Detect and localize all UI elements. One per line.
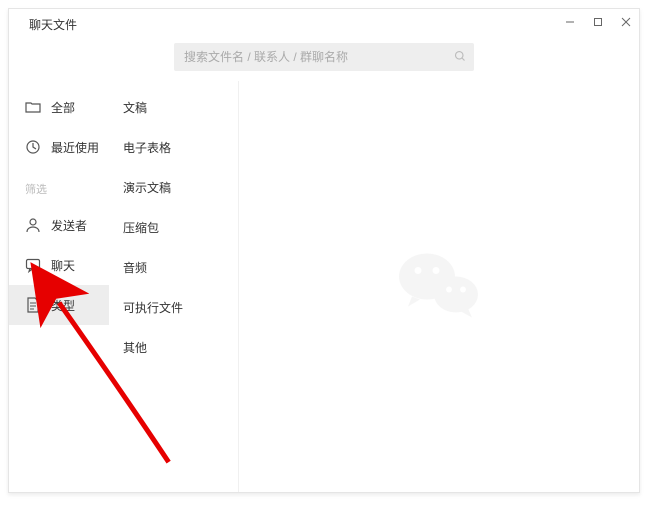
content-area <box>239 81 639 492</box>
type-label: 文稿 <box>123 99 147 116</box>
type-item-audio[interactable]: 音频 <box>109 247 238 287</box>
sidebar-item-label: 类型 <box>51 297 75 314</box>
type-item-presentation[interactable]: 演示文稿 <box>109 167 238 207</box>
sidebar-item-all[interactable]: 全部 <box>9 87 109 127</box>
type-label: 其他 <box>123 339 147 356</box>
person-icon <box>25 217 41 233</box>
filter-section-label: 筛选 <box>9 167 109 205</box>
window-title: 聊天文件 <box>17 16 77 33</box>
type-label: 音频 <box>123 259 147 276</box>
chat-icon <box>25 257 41 273</box>
window-controls <box>561 13 635 31</box>
document-icon <box>25 297 41 313</box>
minimize-button[interactable] <box>561 13 579 31</box>
type-list: 文稿 电子表格 演示文稿 压缩包 音频 可执行文件 其他 <box>109 81 239 492</box>
app-window: 聊天文件 全部 <box>8 8 640 493</box>
type-label: 可执行文件 <box>123 299 183 316</box>
sidebar-filter-type[interactable]: 类型 <box>9 285 109 325</box>
search-icon <box>454 50 466 65</box>
type-item-executable[interactable]: 可执行文件 <box>109 287 238 327</box>
sidebar-item-label: 最近使用 <box>51 139 99 156</box>
type-label: 压缩包 <box>123 219 159 236</box>
wechat-logo-icon <box>394 244 484 329</box>
type-item-spreadsheet[interactable]: 电子表格 <box>109 127 238 167</box>
type-label: 演示文稿 <box>123 179 171 196</box>
type-item-document[interactable]: 文稿 <box>109 87 238 127</box>
search-box[interactable] <box>174 43 474 71</box>
sidebar-item-label: 聊天 <box>51 257 75 274</box>
close-button[interactable] <box>617 13 635 31</box>
titlebar: 聊天文件 <box>9 9 639 39</box>
type-label: 电子表格 <box>123 139 171 156</box>
type-item-archive[interactable]: 压缩包 <box>109 207 238 247</box>
folder-icon <box>25 99 41 115</box>
clock-icon <box>25 139 41 155</box>
type-item-other[interactable]: 其他 <box>109 327 238 367</box>
sidebar-item-recent[interactable]: 最近使用 <box>9 127 109 167</box>
body: 全部 最近使用 筛选 发送者 聊天 <box>9 81 639 492</box>
sidebar-item-label: 全部 <box>51 99 75 116</box>
search-input[interactable] <box>184 50 464 64</box>
sidebar-filter-chat[interactable]: 聊天 <box>9 245 109 285</box>
search-row <box>9 39 639 81</box>
sidebar-item-label: 发送者 <box>51 217 87 234</box>
sidebar-filter-sender[interactable]: 发送者 <box>9 205 109 245</box>
sidebar: 全部 最近使用 筛选 发送者 聊天 <box>9 81 109 492</box>
maximize-button[interactable] <box>589 13 607 31</box>
